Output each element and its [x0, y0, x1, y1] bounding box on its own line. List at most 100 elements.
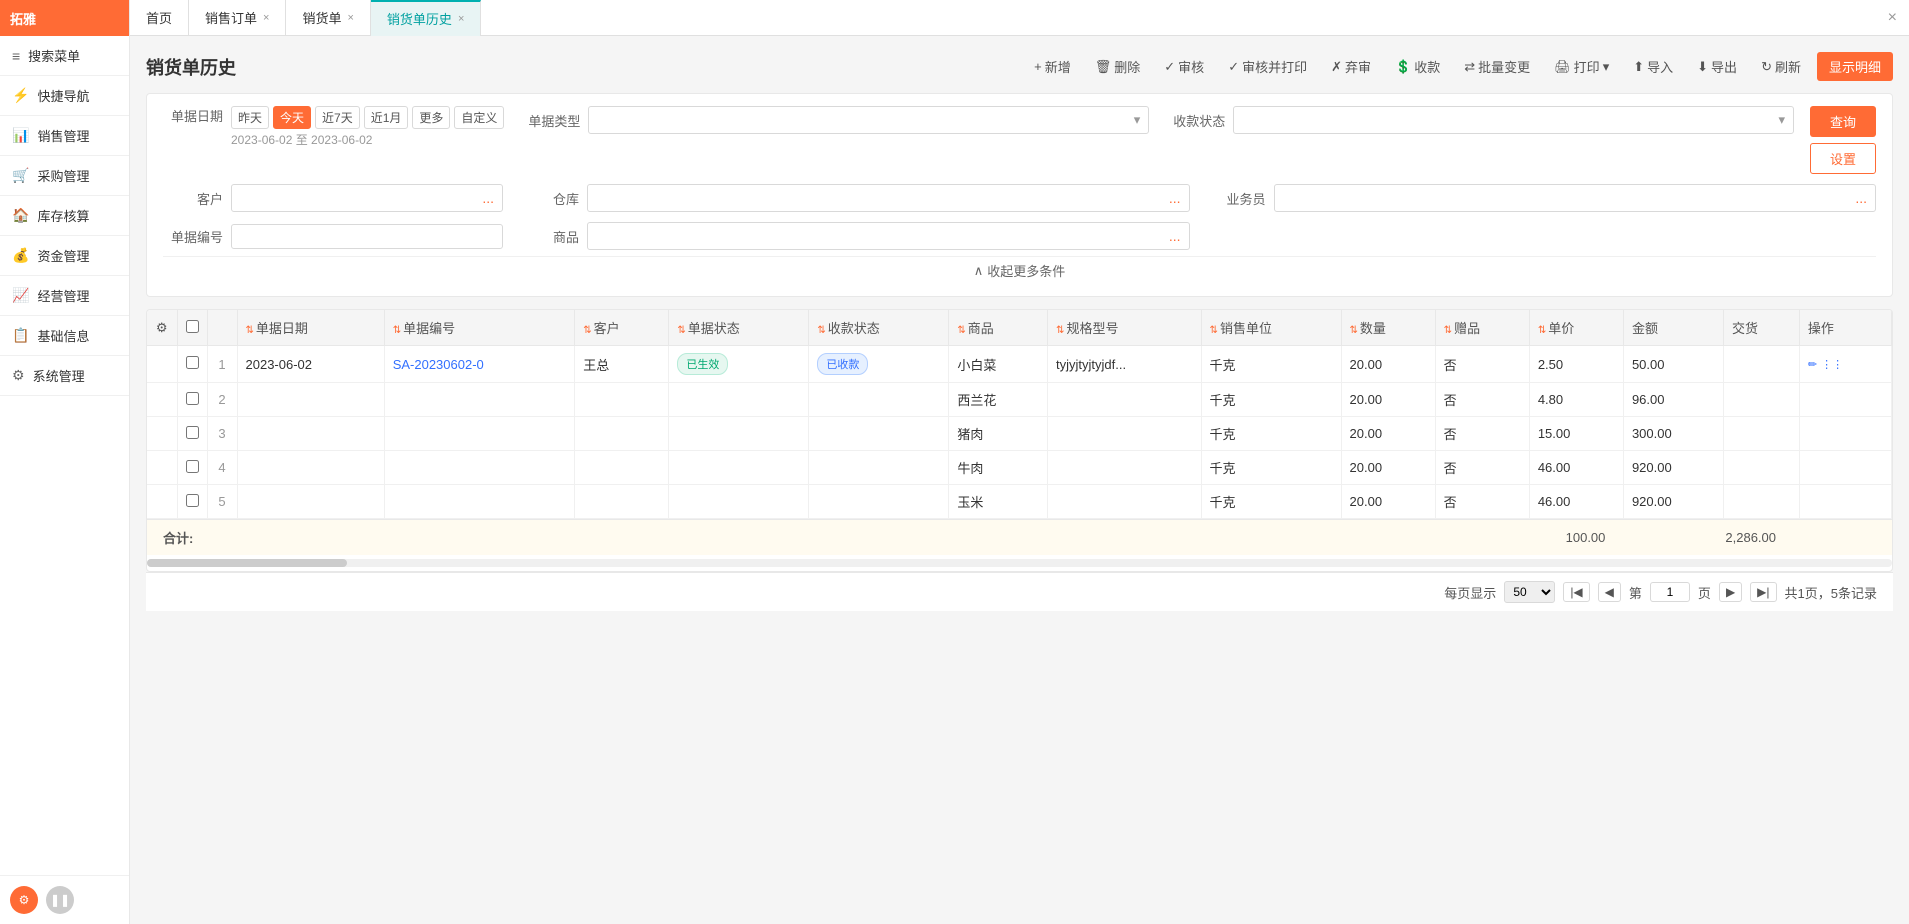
tab-sales-delivery[interactable]: 销货单 ×	[286, 0, 370, 36]
sidebar-collapse-btn[interactable]: ❚❚	[46, 886, 74, 914]
select-all-checkbox[interactable]	[186, 320, 199, 333]
cell-checkbox[interactable]	[177, 383, 207, 417]
cell-checkbox[interactable]	[177, 451, 207, 485]
batch-change-icon: ⇄	[1464, 59, 1475, 75]
column-paystatus-th[interactable]: ⇅收款状态	[809, 310, 949, 346]
cell-price: 4.80	[1529, 383, 1623, 417]
audit-print-button[interactable]: ✓ 审核并打印	[1220, 53, 1315, 80]
sidebar-item-search-menu[interactable]: ≡ 搜索菜单	[0, 36, 129, 76]
date-custom-btn[interactable]: 自定义	[454, 106, 504, 129]
cell-paystatus	[809, 417, 949, 451]
sidebar-item-inventory-calc[interactable]: 🏠 库存核算	[0, 196, 129, 236]
sidebar-item-finance-mgmt[interactable]: 💰 资金管理	[0, 236, 129, 276]
action-edit-btn[interactable]: ✏	[1808, 358, 1817, 371]
cell-docno[interactable]: SA-20230602-0	[384, 346, 575, 383]
row-checkbox[interactable]	[186, 494, 199, 507]
page-number-input[interactable]	[1650, 582, 1690, 602]
sidebar-item-quick-nav[interactable]: ⚡ 快捷导航	[0, 76, 129, 116]
first-page-btn[interactable]: |◀	[1563, 582, 1589, 602]
page-header: 销货单历史 + 新增 🗑 删除 ✓ 审核 ✓ 审核并打印	[146, 52, 1893, 81]
table-row: 2西兰花千克20.00否4.8096.00	[147, 383, 1892, 417]
row-checkbox[interactable]	[186, 460, 199, 473]
collapse-filter-btn[interactable]: ∧ 收起更多条件	[163, 256, 1876, 284]
cell-actions[interactable]: ✏ ⋮⋮	[1799, 346, 1891, 383]
brand-logo: 拓雅	[10, 9, 36, 28]
last-page-btn[interactable]: ▶|	[1750, 582, 1776, 602]
sidebar-item-label: 销售管理	[37, 126, 89, 145]
tab-home[interactable]: 首页	[130, 0, 189, 36]
customer-input[interactable]: ...	[231, 184, 503, 212]
date-yesterday-btn[interactable]: 昨天	[231, 106, 269, 129]
action-more-btn[interactable]: ⋮⋮	[1821, 358, 1843, 371]
column-customer-th[interactable]: ⇅客户	[575, 310, 669, 346]
date-7days-btn[interactable]: 近7天	[315, 106, 360, 129]
export-icon: ⬇	[1697, 59, 1708, 75]
tab-bar-close-btn[interactable]: ×	[1876, 9, 1909, 27]
export-button[interactable]: ⬇ 导出	[1689, 53, 1745, 80]
warehouse-input[interactable]: ...	[587, 184, 1190, 212]
horizontal-scrollbar[interactable]	[147, 559, 1892, 567]
column-settings-th[interactable]: ⚙	[147, 310, 177, 346]
import-button[interactable]: ⬆ 导入	[1625, 53, 1681, 80]
print-button[interactable]: 🖨 打印 ▾	[1546, 53, 1617, 80]
column-docno-th[interactable]: ⇅单据编号	[384, 310, 575, 346]
column-goods-th[interactable]: ⇅商品	[949, 310, 1048, 346]
refresh-button[interactable]: ↻ 刷新	[1753, 53, 1809, 80]
prev-page-btn[interactable]: ◀	[1598, 582, 1621, 602]
row-checkbox[interactable]	[186, 356, 199, 369]
salesperson-dots-icon[interactable]: ...	[1855, 190, 1867, 206]
audit-button[interactable]: ✓ 审核	[1156, 53, 1212, 80]
column-qty-th[interactable]: ⇅数量	[1341, 310, 1435, 346]
salesperson-input[interactable]: ...	[1274, 184, 1877, 212]
cell-qty: 20.00	[1341, 383, 1435, 417]
batch-change-button[interactable]: ⇄ 批量变更	[1456, 53, 1538, 80]
cell-checkbox[interactable]	[177, 346, 207, 383]
cell-customer: 王总	[575, 346, 669, 383]
tab-close-sales-delivery[interactable]: ×	[347, 12, 353, 24]
summary-label: 合计:	[163, 528, 223, 547]
column-spec-th[interactable]: ⇅规格型号	[1048, 310, 1202, 346]
warehouse-dots-icon[interactable]: ...	[1169, 190, 1181, 206]
doc-no-input[interactable]	[231, 224, 503, 249]
sidebar-item-sales-mgmt[interactable]: 📊 销售管理	[0, 116, 129, 156]
collect-button[interactable]: 💲 收款	[1387, 53, 1448, 80]
page-size-select[interactable]: 50 100 200	[1504, 581, 1555, 603]
tab-sales-order[interactable]: 销售订单 ×	[189, 0, 286, 36]
row-checkbox[interactable]	[186, 392, 199, 405]
goods-dots-icon[interactable]: ...	[1169, 228, 1181, 244]
tab-sales-history[interactable]: 销货单历史 ×	[371, 0, 481, 36]
column-unit-th[interactable]: ⇅销售单位	[1201, 310, 1341, 346]
abandon-button[interactable]: ✗ 弃审	[1323, 53, 1379, 80]
filter-settings-button[interactable]: 设置	[1810, 143, 1876, 174]
cell-checkbox[interactable]	[177, 485, 207, 519]
sidebar-item-sys-mgmt[interactable]: ⚙ 系统管理	[0, 356, 129, 396]
sidebar-item-ops-mgmt[interactable]: 📈 经营管理	[0, 276, 129, 316]
column-docstatus-th[interactable]: ⇅单据状态	[669, 310, 809, 346]
tab-close-sales-order[interactable]: ×	[263, 12, 269, 24]
sidebar-item-basic-info[interactable]: 📋 基础信息	[0, 316, 129, 356]
scrollbar-thumb[interactable]	[147, 559, 347, 567]
query-button[interactable]: 查询	[1810, 106, 1876, 137]
next-page-btn[interactable]: ▶	[1719, 582, 1742, 602]
column-checkbox-th[interactable]	[177, 310, 207, 346]
tab-close-sales-history[interactable]: ×	[458, 13, 464, 25]
sidebar-item-purchase-mgmt[interactable]: 🛒 采购管理	[0, 156, 129, 196]
column-date-th[interactable]: ⇅单据日期	[237, 310, 384, 346]
column-gift-th[interactable]: ⇅赠品	[1435, 310, 1529, 346]
cell-price: 15.00	[1529, 417, 1623, 451]
column-price-th[interactable]: ⇅单价	[1529, 310, 1623, 346]
cell-checkbox[interactable]	[177, 417, 207, 451]
customer-dots-icon[interactable]: ...	[482, 190, 494, 206]
pay-status-select[interactable]: ▾	[1233, 106, 1794, 134]
date-today-btn[interactable]: 今天	[273, 106, 311, 129]
doc-type-select[interactable]: ▾	[588, 106, 1149, 134]
add-button[interactable]: + 新增	[1026, 53, 1079, 80]
goods-input[interactable]: ...	[587, 222, 1190, 250]
show-detail-button[interactable]: 显示明细	[1817, 52, 1893, 81]
doc-no-link[interactable]: SA-20230602-0	[393, 357, 484, 372]
date-more-btn[interactable]: 更多	[412, 106, 450, 129]
row-checkbox[interactable]	[186, 426, 199, 439]
delete-button[interactable]: 🗑 删除	[1087, 53, 1149, 80]
date-1month-btn[interactable]: 近1月	[364, 106, 409, 129]
sidebar-settings-btn[interactable]: ⚙	[10, 886, 38, 914]
